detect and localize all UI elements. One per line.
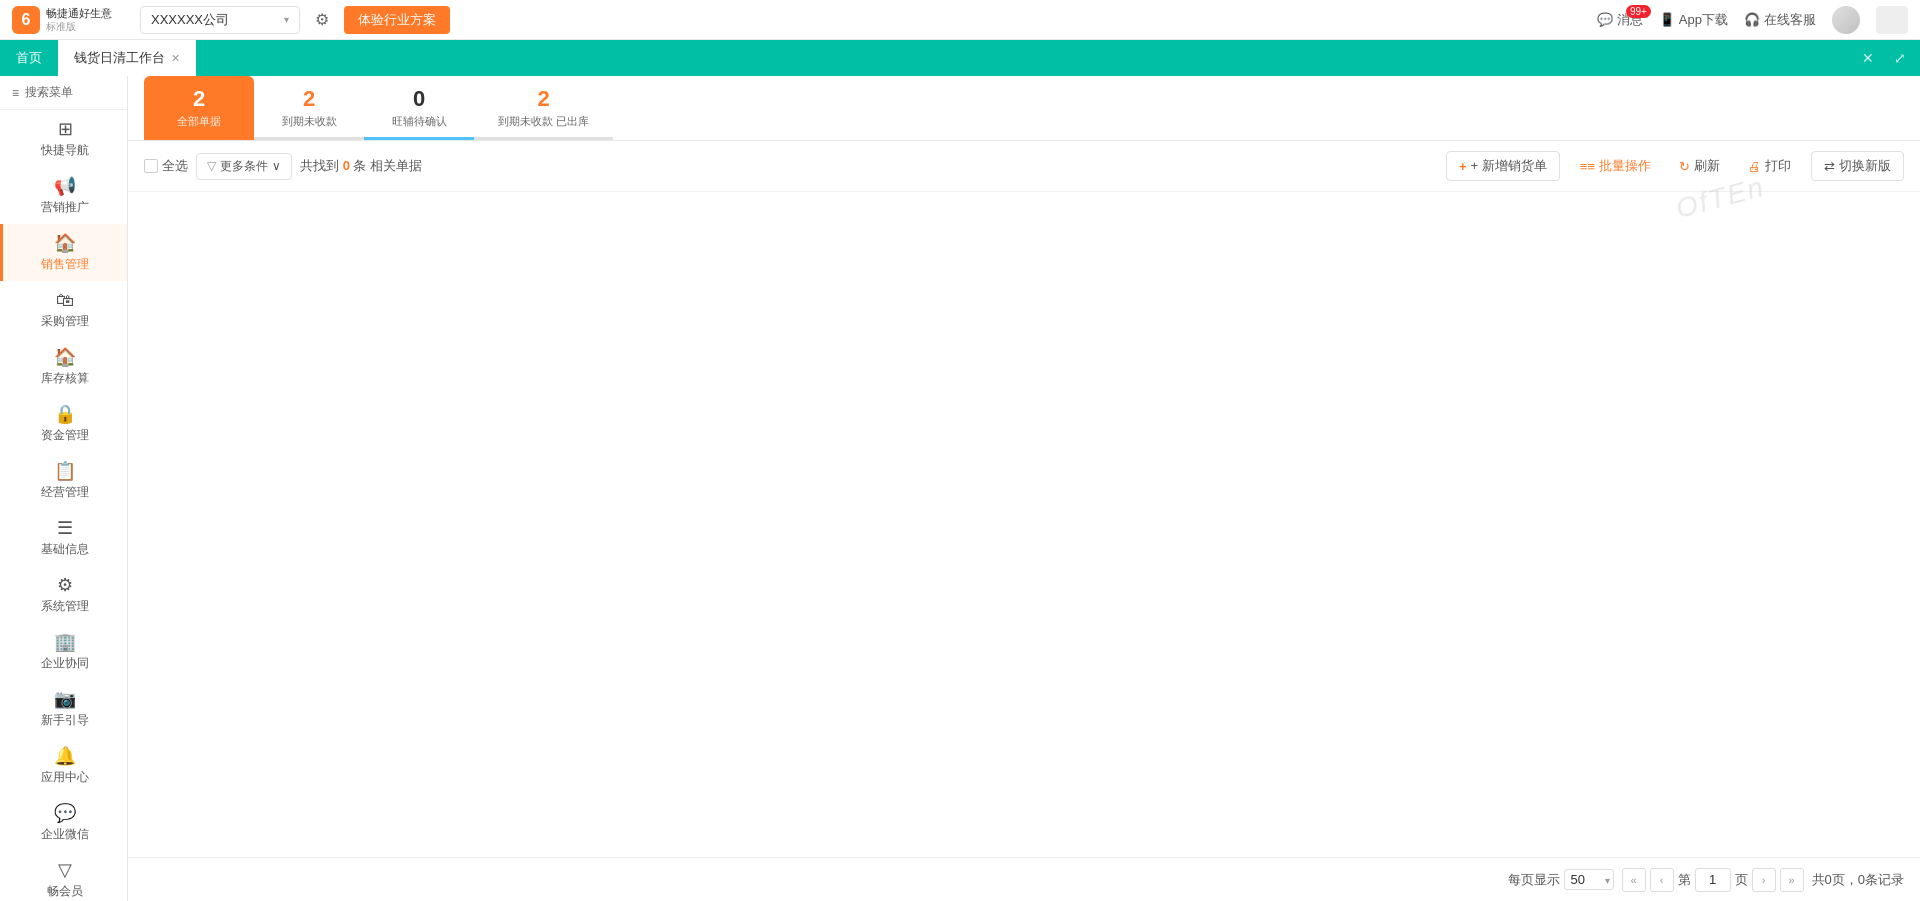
- purchase-icon: 🛍: [56, 291, 74, 309]
- sidebar-item-quick-nav[interactable]: ⊞ 快捷导航: [0, 110, 127, 167]
- sidebar-item-operations[interactable]: 📋 经营管理: [0, 452, 127, 509]
- batch-icon: ≡≡: [1580, 159, 1595, 174]
- sidebar-item-purchase[interactable]: 🛍 采购管理: [0, 281, 127, 338]
- tab-close-icon[interactable]: ✕: [171, 52, 180, 65]
- message-icon: 💬: [1597, 12, 1613, 27]
- sales-icon: 🏠: [54, 234, 76, 252]
- first-page-button[interactable]: «: [1622, 868, 1646, 892]
- sidebar-item-system[interactable]: ⚙ 系统管理: [0, 566, 127, 623]
- pagination-bar: 每页显示 50 10 20 100 « ‹ 第 页 › »: [128, 857, 1920, 901]
- guide-icon: 📷: [54, 690, 76, 708]
- sidebar-item-guide[interactable]: 📷 新手引导: [0, 680, 127, 737]
- prev-page-button[interactable]: ‹: [1650, 868, 1674, 892]
- plus-icon: +: [1459, 159, 1467, 174]
- sidebar-item-enterprise[interactable]: 🏢 企业协同: [0, 623, 127, 680]
- tab-home[interactable]: 首页: [0, 40, 58, 76]
- main-content: 2 全部单据 2 到期未收款 0 旺辅待确认 2 到期未收款 已出库 全选: [128, 76, 1920, 901]
- found-count-text: 共找到 0 条 相关单据: [300, 157, 422, 175]
- page-size-select-wrapper[interactable]: 50 10 20 100: [1564, 869, 1614, 890]
- message-button[interactable]: 💬 消息 99+: [1597, 11, 1643, 29]
- message-badge: 99+: [1626, 5, 1651, 18]
- empty-state: [128, 192, 1920, 857]
- operations-icon: 📋: [54, 462, 76, 480]
- capital-icon: 🔒: [54, 405, 76, 423]
- inventory-icon: 🏠: [54, 348, 76, 366]
- tab-workbench[interactable]: 钱货日清工作台 ✕: [58, 40, 196, 76]
- marketing-icon: 📢: [54, 177, 76, 195]
- sidebar: ≡ 搜索菜单 ⊞ 快捷导航 📢 营销推广 🏠 销售管理 🛍 采购管理 🏠 库存核…: [0, 76, 128, 901]
- sidebar-item-app-center[interactable]: 🔔 应用中心: [0, 737, 127, 794]
- sidebar-item-sales[interactable]: 🏠 销售管理: [0, 224, 127, 281]
- logo-text: 畅捷通好生意 标准版: [46, 6, 112, 33]
- batch-operation-button[interactable]: ≡≡ 批量操作: [1572, 153, 1659, 179]
- sidebar-item-member[interactable]: ▽ 畅会员: [0, 851, 127, 901]
- app-download-button[interactable]: 📱 App下载: [1659, 11, 1728, 29]
- content-area: [128, 192, 1920, 857]
- avatar[interactable]: [1832, 6, 1860, 34]
- filter-button[interactable]: ▽ 更多条件 ∨: [196, 153, 292, 180]
- last-page-button[interactable]: »: [1780, 868, 1804, 892]
- app-center-icon: 🔔: [54, 747, 76, 765]
- page-number-input[interactable]: [1695, 868, 1731, 892]
- stat-tab-unshipped[interactable]: 2 到期未收款 已出库: [474, 76, 613, 140]
- sidebar-search[interactable]: ≡ 搜索菜单: [0, 76, 127, 110]
- quick-nav-icon: ⊞: [58, 120, 73, 138]
- system-icon: ⚙: [57, 576, 73, 594]
- toolbar: 全选 ▽ 更多条件 ∨ 共找到 0 条 相关单据 + + 新增销货单 ≡≡: [128, 141, 1920, 192]
- user-name-placeholder: [1876, 6, 1908, 34]
- enterprise-icon: 🏢: [54, 633, 76, 651]
- sidebar-item-basic-info[interactable]: ☰ 基础信息: [0, 509, 127, 566]
- stat-tab-all[interactable]: 2 全部单据: [144, 76, 254, 140]
- toolbar-right: + + 新增销货单 ≡≡ 批量操作 ↻ 刷新 🖨 打印 ⇄ 切换新版: [1446, 151, 1904, 181]
- stat-tab-pending[interactable]: 0 旺辅待确认: [364, 76, 474, 140]
- wechat-icon: 💬: [54, 804, 76, 822]
- page-size-selector: 每页显示 50 10 20 100: [1508, 869, 1614, 890]
- filter-icon: ▽: [207, 159, 216, 173]
- sidebar-item-inventory[interactable]: 🏠 库存核算: [0, 338, 127, 395]
- tab-bar: 首页 钱货日清工作台 ✕ ✕ ⤢: [0, 40, 1920, 76]
- sidebar-item-capital[interactable]: 🔒 资金管理: [0, 395, 127, 452]
- avatar-image: [1832, 6, 1860, 34]
- tab-expand-icon[interactable]: ⤢: [1888, 46, 1912, 70]
- logo-area: 6 畅捷通好生意 标准版: [12, 6, 140, 34]
- trial-button[interactable]: 体验行业方案: [344, 6, 450, 34]
- chevron-down-icon: ▾: [284, 14, 289, 25]
- page-size-select[interactable]: 50 10 20 100: [1564, 869, 1614, 890]
- tab-bar-actions: ✕ ⤢: [1856, 46, 1920, 70]
- company-selector[interactable]: XXXXXX公司 ▾: [140, 6, 300, 34]
- sidebar-item-marketing[interactable]: 📢 营销推广: [0, 167, 127, 224]
- filter-chevron-icon: ∨: [272, 159, 281, 173]
- service-icon: 🎧: [1744, 12, 1760, 27]
- stats-tabs: 2 全部单据 2 到期未收款 0 旺辅待确认 2 到期未收款 已出库: [128, 76, 1920, 141]
- switch-icon: ⇄: [1824, 159, 1835, 174]
- print-icon: 🖨: [1748, 159, 1761, 174]
- refresh-button[interactable]: ↻ 刷新: [1671, 153, 1728, 179]
- select-all-checkbox[interactable]: 全选: [144, 157, 188, 175]
- print-button[interactable]: 🖨 打印: [1740, 153, 1799, 179]
- member-icon: ▽: [58, 861, 72, 879]
- new-sales-order-button[interactable]: + + 新增销货单: [1446, 151, 1560, 181]
- next-page-button[interactable]: ›: [1752, 868, 1776, 892]
- sidebar-item-wechat[interactable]: 💬 企业微信: [0, 794, 127, 851]
- page-navigation: « ‹ 第 页 › »: [1622, 868, 1804, 892]
- tab-close-window-icon[interactable]: ✕: [1856, 46, 1880, 70]
- search-menu-icon: ≡: [12, 86, 19, 100]
- online-service-button[interactable]: 🎧 在线客服: [1744, 11, 1816, 29]
- download-icon: 📱: [1659, 12, 1675, 27]
- top-bar-right: 💬 消息 99+ 📱 App下载 🎧 在线客服: [1597, 6, 1908, 34]
- switch-new-version-button[interactable]: ⇄ 切换新版: [1811, 151, 1904, 181]
- checkbox-box[interactable]: [144, 159, 158, 173]
- logo-icon: 6: [12, 6, 40, 34]
- app-body: ≡ 搜索菜单 ⊞ 快捷导航 📢 营销推广 🏠 销售管理 🛍 采购管理 🏠 库存核…: [0, 76, 1920, 901]
- page-total: 共0页，0条记录: [1812, 871, 1904, 889]
- stat-tab-overdue[interactable]: 2 到期未收款: [254, 76, 364, 140]
- settings-icon[interactable]: ⚙: [306, 4, 338, 36]
- top-bar: 6 畅捷通好生意 标准版 XXXXXX公司 ▾ ⚙ 体验行业方案 💬 消息 99…: [0, 0, 1920, 40]
- refresh-icon: ↻: [1679, 159, 1690, 174]
- basic-info-icon: ☰: [57, 519, 73, 537]
